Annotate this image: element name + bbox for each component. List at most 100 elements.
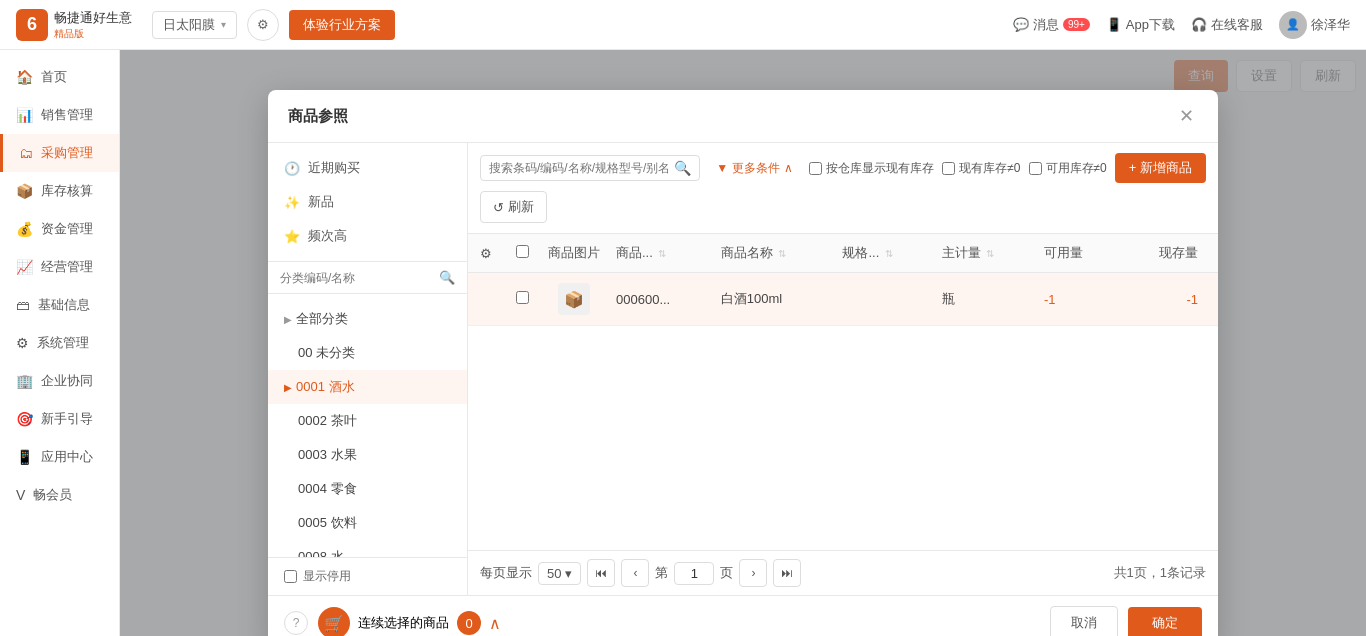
sidebar-item-app-center[interactable]: 📱 应用中心 [0,438,119,476]
confirm-btn[interactable]: 确定 [1128,607,1202,636]
quick-item-frequent[interactable]: ⭐ 频次高 [268,219,467,253]
quick-list: 🕐 近期购买 ✨ 新品 ⭐ 频次高 [268,143,467,262]
guide-icon: 🎯 [16,411,33,427]
stock-not-zero-checkbox[interactable] [942,162,955,175]
cat-label-0008: 0008 水 [298,548,344,557]
row-img: 📦 [540,273,608,326]
sidebar-item-basic[interactable]: 🗃 基础信息 [0,286,119,324]
app-download-btn[interactable]: 📱 App下载 [1106,16,1175,34]
user-area[interactable]: 👤 徐泽华 [1279,11,1350,39]
messages-btn[interactable]: 💬 消息 99+ [1013,16,1090,34]
check-available-not-zero[interactable]: 可用库存≠0 [1029,160,1107,177]
quick-item-recent[interactable]: 🕐 近期购买 [268,151,467,185]
refresh-btn[interactable]: ↺ 刷新 [480,191,547,223]
avatar: 👤 [1279,11,1307,39]
sidebar-operation-label: 经营管理 [41,258,93,276]
logo-area: 6 畅捷通好生意 精品版 [16,9,132,41]
table-body: 📦 000600... 白酒100ml [468,273,1218,326]
sort-icon-code[interactable]: ⇅ [658,248,666,259]
cart-icon-btn[interactable]: 🛒 [318,607,350,636]
cat-item-0001[interactable]: ▶ 0001 酒水 [268,370,467,404]
sort-icon-name[interactable]: ⇅ [778,248,786,259]
brand-badge: 精品版 [54,27,132,41]
cat-arrow-0001: ▶ [284,382,292,393]
content-area: 查询 设置 刷新 商品参照 ✕ 🕐 [120,50,1366,636]
cancel-btn[interactable]: 取消 [1050,606,1118,636]
cat-label-00: 00 未分类 [298,344,355,362]
table-row[interactable]: 📦 000600... 白酒100ml [468,273,1218,326]
gear-col-icon[interactable]: ⚙ [480,246,492,261]
trial-button[interactable]: 体验行业方案 [289,10,395,40]
sidebar-item-sales[interactable]: 📊 销售管理 [0,96,119,134]
sort-icon-spec[interactable]: ⇅ [885,248,893,259]
last-page-icon: ⏭ [781,566,793,580]
warehouse-label: 按仓库显示现有库存 [826,160,934,177]
store-selector[interactable]: 日太阳膜 ▾ [152,11,237,39]
select-all-checkbox[interactable] [516,245,529,258]
sidebar-item-purchase[interactable]: 🗂 采购管理 [0,134,119,172]
cat-item-0005[interactable]: 0005 饮料 [268,506,467,540]
page-input[interactable] [674,562,714,585]
sidebar-assets-label: 资金管理 [41,220,93,238]
prev-page-btn[interactable]: ‹ [621,559,649,587]
next-page-btn[interactable]: › [739,559,767,587]
brand-name: 畅捷通好生意 [54,9,132,27]
product-search-icon[interactable]: 🔍 [674,160,691,176]
available-not-zero-label: 可用库存≠0 [1046,160,1107,177]
settings-btn[interactable]: ⚙ [247,9,279,41]
brand-text: 畅捷通好生意 精品版 [54,9,132,41]
available-not-zero-checkbox[interactable] [1029,162,1042,175]
col-spec: 规格... ⇅ [834,234,933,273]
add-product-btn[interactable]: + 新增商品 [1115,153,1206,183]
row-check [504,273,540,326]
warehouse-checkbox[interactable] [809,162,822,175]
per-page-select[interactable]: 50 ▾ [538,562,581,585]
sidebar-item-home[interactable]: 🏠 首页 [0,58,119,96]
app-download-label: App下载 [1126,16,1175,34]
col-code-label: 商品... [616,245,653,260]
quick-frequent-label: 频次高 [308,227,347,245]
gear-icon: ⚙ [257,17,269,32]
product-search-input[interactable] [489,161,674,175]
sidebar-item-enterprise[interactable]: 🏢 企业协同 [0,362,119,400]
cat-item-0003[interactable]: 0003 水果 [268,438,467,472]
sidebar-basic-label: 基础信息 [38,296,90,314]
filter-btn[interactable]: ▼ 更多条件 ∧ [708,156,801,181]
top-nav: 6 畅捷通好生意 精品版 日太阳膜 ▾ ⚙ 体验行业方案 💬 消息 99+ 📱 … [0,0,1366,50]
cat-item-all[interactable]: ▶ 全部分类 [268,302,467,336]
show-disabled-checkbox[interactable] [284,570,297,583]
sidebar-item-inventory[interactable]: 📦 库存核算 [0,172,119,210]
store-arrow: ▾ [221,19,226,30]
right-panel: 🔍 ▼ 更多条件 ∧ 按仓库显示现有库存 [468,143,1218,595]
quick-item-new[interactable]: ✨ 新品 [268,185,467,219]
modal-close-btn[interactable]: ✕ [1174,104,1198,128]
cat-item-0004[interactable]: 0004 零食 [268,472,467,506]
quick-recent-label: 近期购买 [308,159,360,177]
check-warehouse[interactable]: 按仓库显示现有库存 [809,160,934,177]
sidebar-item-system[interactable]: ⚙ 系统管理 [0,324,119,362]
modal-title: 商品参照 [288,107,348,126]
sidebar-inventory-label: 库存核算 [41,182,93,200]
sidebar-item-assets[interactable]: 💰 资金管理 [0,210,119,248]
row-checkbox[interactable] [516,291,529,304]
first-page-btn[interactable]: ⏮ [587,559,615,587]
per-page-label: 每页显示 [480,564,532,582]
sidebar-item-operation[interactable]: 📈 经营管理 [0,248,119,286]
cat-item-0008[interactable]: 0008 水 [268,540,467,557]
sales-icon: 📊 [16,107,33,123]
online-service-btn[interactable]: 🎧 在线客服 [1191,16,1263,34]
collapse-cart-btn[interactable]: ∧ [489,614,501,633]
sidebar-item-guide[interactable]: 🎯 新手引导 [0,400,119,438]
sidebar-item-member[interactable]: V 畅会员 [0,476,119,514]
cat-item-0002[interactable]: 0002 茶叶 [268,404,467,438]
check-stock-not-zero[interactable]: 现有库存≠0 [942,160,1020,177]
cat-item-00[interactable]: 00 未分类 [268,336,467,370]
category-search-icon[interactable]: 🔍 [439,270,455,285]
col-spec-label: 规格... [842,245,879,260]
show-disabled-area: 显示停用 [268,557,467,595]
help-btn[interactable]: ? [284,611,308,635]
last-page-btn[interactable]: ⏭ [773,559,801,587]
product-thumbnail: 📦 [558,283,590,315]
sort-icon-unit[interactable]: ⇅ [986,248,994,259]
category-search-input[interactable] [280,271,433,285]
